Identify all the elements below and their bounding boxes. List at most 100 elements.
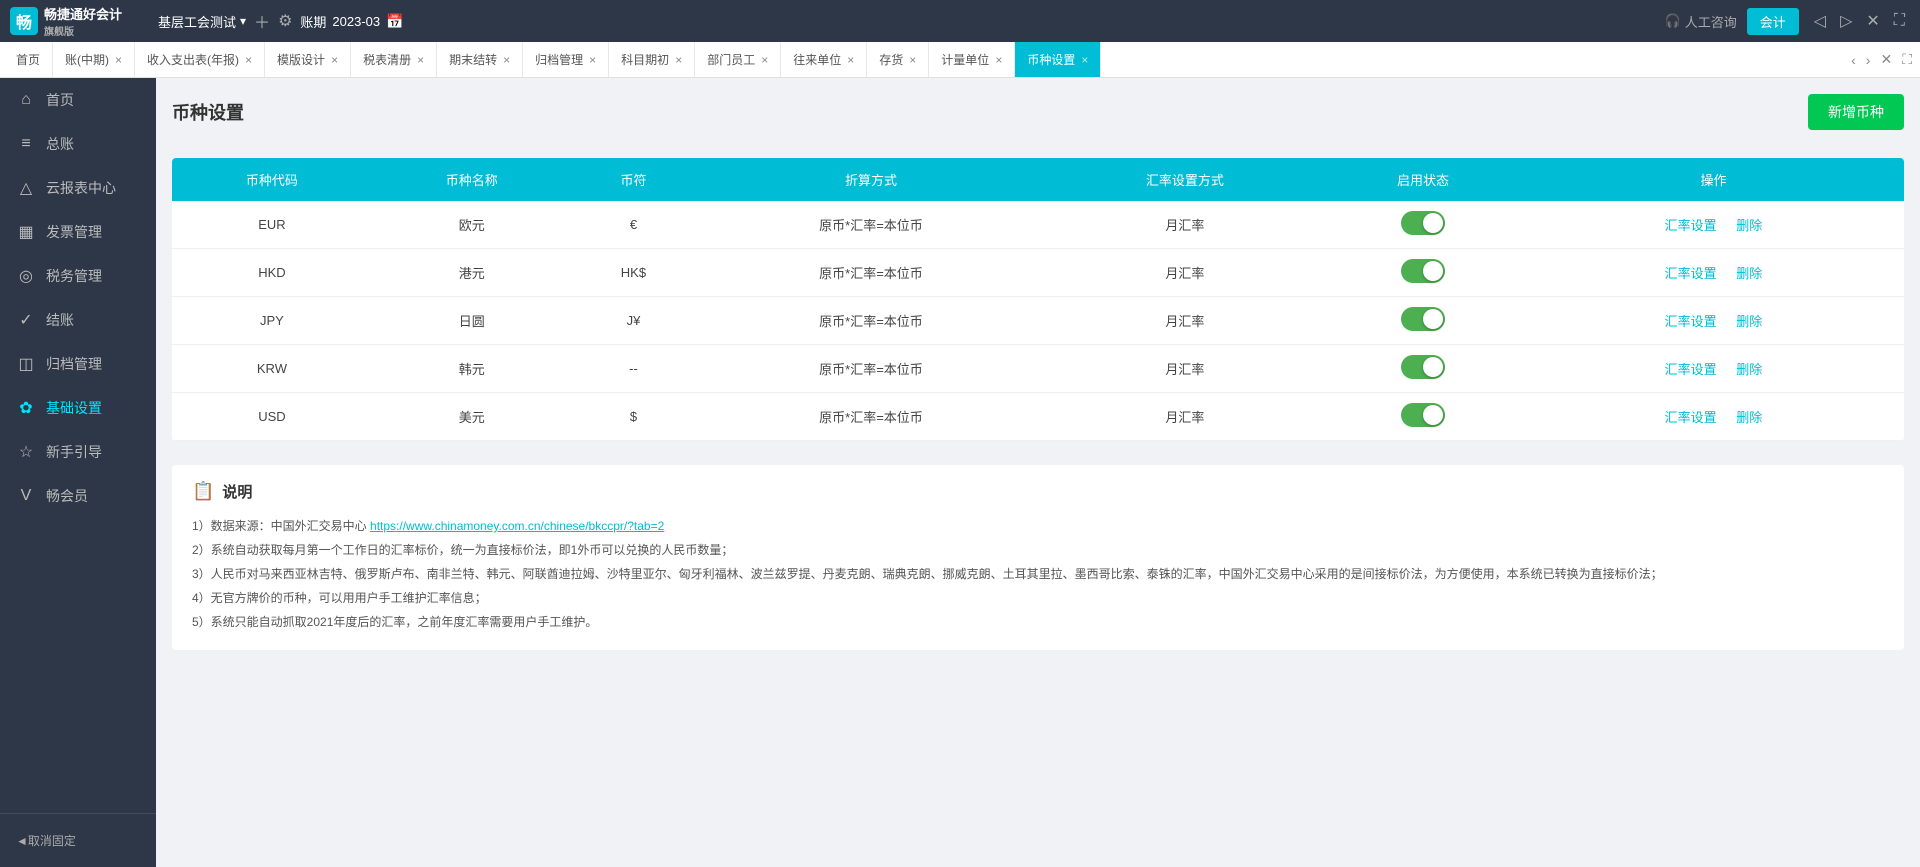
table-body: EUR 欧元 € 原币*汇率=本位币 月汇率 汇率设置 删除 HKD 港元 HK… bbox=[172, 201, 1904, 441]
tab-close-icon[interactable]: × bbox=[503, 53, 510, 67]
rate-setting-link[interactable]: 汇率设置 bbox=[1665, 266, 1717, 281]
guide-icon: ☆ bbox=[16, 442, 36, 462]
col-币符: 币符 bbox=[572, 158, 695, 201]
top-bar-right: 🎧 人工咨询 会计 ◁ ▷ ✕ ⛶ bbox=[1665, 8, 1910, 35]
rate-setting-link[interactable]: 汇率设置 bbox=[1665, 362, 1717, 377]
fullscreen-btn[interactable]: ⛶ bbox=[1889, 9, 1910, 33]
delete-link[interactable]: 删除 bbox=[1736, 314, 1762, 329]
tab-close-icon[interactable]: × bbox=[847, 53, 854, 67]
cell-name: 美元 bbox=[372, 393, 572, 441]
tab-账(中期)[interactable]: 账(中期)× bbox=[53, 42, 135, 78]
cell-code: KRW bbox=[172, 345, 372, 393]
tab-close-icon[interactable]: × bbox=[589, 53, 596, 67]
close-btn[interactable]: ✕ bbox=[1861, 9, 1884, 33]
delete-link[interactable]: 删除 bbox=[1736, 410, 1762, 425]
org-dropdown-icon[interactable]: ▾ bbox=[240, 14, 246, 28]
cell-actions: 汇率设置 删除 bbox=[1523, 345, 1904, 393]
sidebar-label-basic: 基础设置 bbox=[46, 398, 102, 418]
tab-close-icon[interactable]: × bbox=[245, 53, 252, 67]
rate-setting-link[interactable]: 汇率设置 bbox=[1665, 218, 1717, 233]
tab-期末结转[interactable]: 期末结转× bbox=[437, 42, 523, 78]
cell-calc: 原币*汇率=本位币 bbox=[695, 393, 1047, 441]
cell-toggle[interactable] bbox=[1323, 297, 1523, 345]
tab-nav: ‹ › ✕ ⛶ bbox=[1847, 49, 1916, 70]
delete-link[interactable]: 删除 bbox=[1736, 362, 1762, 377]
sidebar-item-invoice[interactable]: ▦ 发票管理 bbox=[0, 210, 156, 254]
tab-close-icon[interactable]: × bbox=[331, 53, 338, 67]
maximize-btn[interactable]: ▷ bbox=[1835, 9, 1857, 33]
notice-item: 4）无官方牌价的币种，可以用用户手工维护汇率信息； bbox=[192, 586, 1884, 610]
add-icon[interactable]: ＋ bbox=[254, 9, 270, 33]
cell-calc: 原币*汇率=本位币 bbox=[695, 249, 1047, 297]
tab-close-icon[interactable]: × bbox=[1081, 53, 1088, 67]
col-币种代码: 币种代码 bbox=[172, 158, 372, 201]
sidebar-item-tax[interactable]: ◎ 税务管理 bbox=[0, 254, 156, 298]
sidebar-item-member[interactable]: V 畅会员 bbox=[0, 474, 156, 518]
tab-部门员工[interactable]: 部门员工× bbox=[695, 42, 781, 78]
cell-toggle[interactable] bbox=[1323, 393, 1523, 441]
tab-科目期初[interactable]: 科目期初× bbox=[609, 42, 695, 78]
tab-close-icon[interactable]: × bbox=[909, 53, 916, 67]
rate-setting-link[interactable]: 汇率设置 bbox=[1665, 410, 1717, 425]
notice-item: 2）系统自动获取每月第一个工作日的汇率标价，统一为直接标价法，即1外币可以兑换的… bbox=[192, 538, 1884, 562]
enable-toggle[interactable] bbox=[1401, 259, 1445, 283]
period-selector[interactable]: 账期 2023-03 📅 bbox=[300, 12, 403, 31]
sidebar-item-home[interactable]: ⌂ 首页 bbox=[0, 78, 156, 122]
new-currency-btn[interactable]: 新增币种 bbox=[1808, 94, 1904, 130]
table-row: USD 美元 $ 原币*汇率=本位币 月汇率 汇率设置 删除 bbox=[172, 393, 1904, 441]
tab-close-icon[interactable]: × bbox=[995, 53, 1002, 67]
settings-icon[interactable]: ⚙ bbox=[278, 11, 292, 31]
tab-close-all[interactable]: ✕ bbox=[1876, 49, 1896, 70]
enable-toggle[interactable] bbox=[1401, 307, 1445, 331]
tab-存货[interactable]: 存货× bbox=[867, 42, 929, 78]
sidebar-item-basic[interactable]: ✿ 基础设置 bbox=[0, 386, 156, 430]
tab-收入支出表(年报)[interactable]: 收入支出表(年报)× bbox=[135, 42, 265, 78]
tab-币种设置[interactable]: 币种设置× bbox=[1015, 42, 1101, 78]
calendar-icon[interactable]: 📅 bbox=[386, 13, 403, 30]
notice-item: 1）数据来源：中国外汇交易中心 https://www.chinamoney.c… bbox=[192, 514, 1884, 538]
sidebar-item-ledger[interactable]: ≡ 总账 bbox=[0, 122, 156, 166]
tab-close-icon[interactable]: × bbox=[761, 53, 768, 67]
app-logo: 畅 畅捷通好会计 旗舰版 bbox=[10, 4, 150, 38]
sidebar-item-reports[interactable]: △ 云报表中心 bbox=[0, 166, 156, 210]
accounting-btn[interactable]: 会计 bbox=[1747, 8, 1799, 35]
sidebar-item-archive[interactable]: ◫ 归档管理 bbox=[0, 342, 156, 386]
tab-fullscreen[interactable]: ⛶ bbox=[1898, 49, 1916, 70]
enable-toggle[interactable] bbox=[1401, 211, 1445, 235]
cell-rate-type: 月汇率 bbox=[1047, 249, 1323, 297]
sidebar-pin-btn[interactable]: ◄取消固定 bbox=[0, 824, 156, 857]
sidebar-item-guide[interactable]: ☆ 新手引导 bbox=[0, 430, 156, 474]
cell-toggle[interactable] bbox=[1323, 345, 1523, 393]
sidebar-item-checkout[interactable]: ✓ 结账 bbox=[0, 298, 156, 342]
tab-nav-prev[interactable]: ‹ bbox=[1847, 50, 1860, 70]
sidebar-label-member: 畅会员 bbox=[46, 486, 88, 506]
tab-nav-next[interactable]: › bbox=[1862, 50, 1875, 70]
tax-icon: ◎ bbox=[16, 266, 36, 286]
member-icon: V bbox=[16, 487, 36, 505]
tab-首页[interactable]: 首页 bbox=[4, 42, 53, 78]
tab-计量单位[interactable]: 计量单位× bbox=[929, 42, 1015, 78]
delete-link[interactable]: 删除 bbox=[1736, 266, 1762, 281]
cell-code: JPY bbox=[172, 297, 372, 345]
tab-close-icon[interactable]: × bbox=[417, 53, 424, 67]
tab-模版设计[interactable]: 模版设计× bbox=[265, 42, 351, 78]
org-selector[interactable]: 基层工会测试 ▾ bbox=[158, 12, 246, 31]
enable-toggle[interactable] bbox=[1401, 355, 1445, 379]
enable-toggle[interactable] bbox=[1401, 403, 1445, 427]
cell-rate-type: 月汇率 bbox=[1047, 393, 1323, 441]
org-name: 基层工会测试 bbox=[158, 12, 236, 31]
basic-icon: ✿ bbox=[16, 398, 36, 418]
tab-税表清册[interactable]: 税表清册× bbox=[351, 42, 437, 78]
cell-toggle[interactable] bbox=[1323, 249, 1523, 297]
tab-close-icon[interactable]: × bbox=[115, 53, 122, 67]
delete-link[interactable]: 删除 bbox=[1736, 218, 1762, 233]
col-折算方式: 折算方式 bbox=[695, 158, 1047, 201]
tab-归档管理[interactable]: 归档管理× bbox=[523, 42, 609, 78]
rate-setting-link[interactable]: 汇率设置 bbox=[1665, 314, 1717, 329]
customer-service-btn[interactable]: 🎧 人工咨询 bbox=[1665, 12, 1737, 31]
cell-toggle[interactable] bbox=[1323, 201, 1523, 249]
tab-往来单位[interactable]: 往来单位× bbox=[781, 42, 867, 78]
tab-close-icon[interactable]: × bbox=[675, 53, 682, 67]
minimize-btn[interactable]: ◁ bbox=[1809, 9, 1831, 33]
external-link[interactable]: https://www.chinamoney.com.cn/chinese/bk… bbox=[370, 519, 664, 533]
